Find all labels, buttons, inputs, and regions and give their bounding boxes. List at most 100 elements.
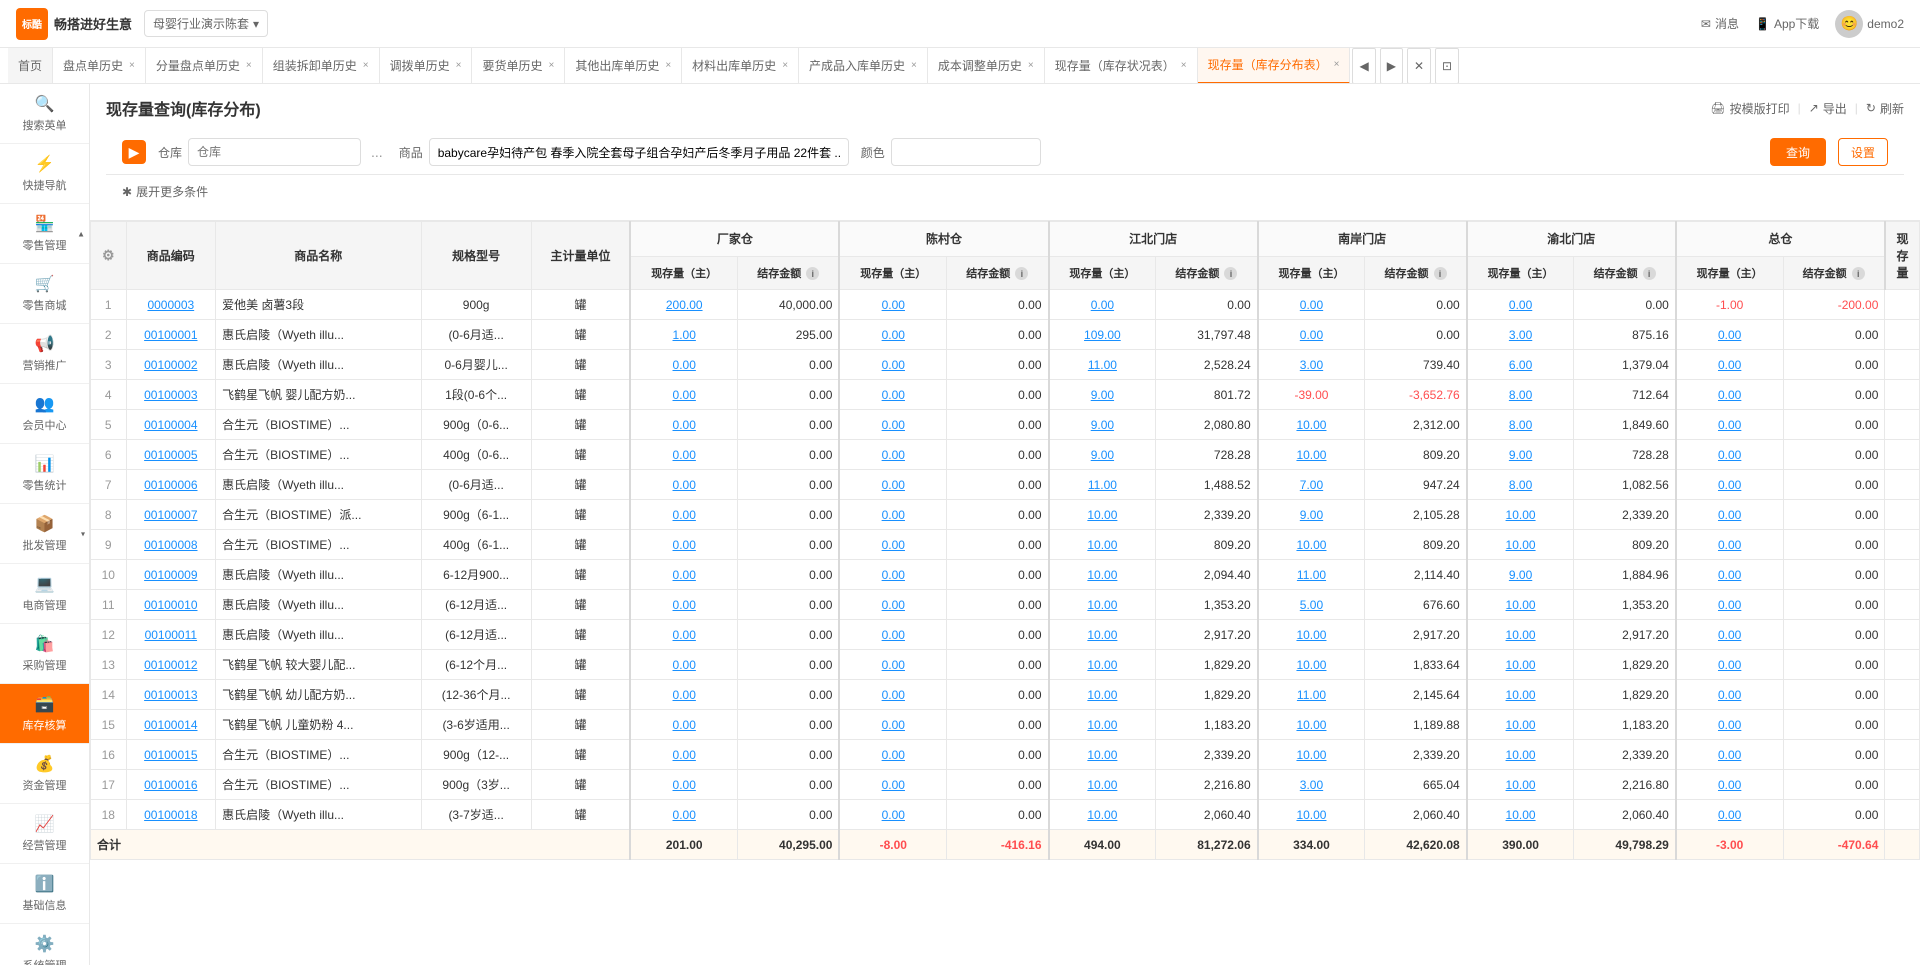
- fy-stock[interactable]: 0.00: [630, 470, 737, 500]
- cv-stock[interactable]: 0.00: [839, 380, 946, 410]
- sidebar-item-ecommerce[interactable]: 💻 电商管理: [0, 564, 89, 624]
- sidebar-item-finance[interactable]: 💰 资金管理: [0, 744, 89, 804]
- fy-stock[interactable]: 0.00: [630, 740, 737, 770]
- more-conditions-btn[interactable]: ✱ 展开更多条件: [122, 179, 1888, 204]
- user-profile[interactable]: 😊 demo2: [1835, 10, 1904, 38]
- na-stock[interactable]: 10.00: [1258, 650, 1365, 680]
- tab-group-dismantle[interactable]: 组装拆卸单历史 ×: [263, 48, 380, 84]
- na-stock[interactable]: 11.00: [1258, 680, 1365, 710]
- tab-dist-count[interactable]: 分量盘点单历史 ×: [146, 48, 263, 84]
- th-gear[interactable]: ⚙: [91, 222, 127, 290]
- fy-stock[interactable]: 0.00: [630, 800, 737, 830]
- na-stock[interactable]: 10.00: [1258, 410, 1365, 440]
- info-icon[interactable]: i: [1434, 267, 1447, 280]
- yb-stock[interactable]: 10.00: [1467, 740, 1574, 770]
- total-stock[interactable]: 0.00: [1676, 470, 1783, 500]
- product-code[interactable]: 00100014: [126, 710, 216, 740]
- close-icon[interactable]: ×: [665, 60, 671, 71]
- fy-stock[interactable]: 0.00: [630, 440, 737, 470]
- cv-stock[interactable]: 0.00: [839, 290, 946, 320]
- sidebar-item-wholesale-mgmt[interactable]: 📦 批发管理 ▾: [0, 504, 89, 564]
- warehouse-ellipsis[interactable]: ...: [367, 144, 387, 160]
- sidebar-item-marketing[interactable]: 📢 营销推广: [0, 324, 89, 384]
- fy-stock[interactable]: 0.00: [630, 620, 737, 650]
- yb-stock[interactable]: 6.00: [1467, 350, 1574, 380]
- yb-stock[interactable]: 10.00: [1467, 590, 1574, 620]
- info-icon[interactable]: i: [1224, 267, 1237, 280]
- product-code[interactable]: 00100008: [126, 530, 216, 560]
- total-stock[interactable]: 0.00: [1676, 410, 1783, 440]
- yb-stock[interactable]: 10.00: [1467, 620, 1574, 650]
- total-stock[interactable]: 0.00: [1676, 650, 1783, 680]
- info-icon[interactable]: i: [806, 267, 819, 280]
- product-code[interactable]: 00100018: [126, 800, 216, 830]
- jb-stock[interactable]: 10.00: [1049, 650, 1156, 680]
- fy-stock[interactable]: 0.00: [630, 350, 737, 380]
- tab-next-btn[interactable]: ▶: [1380, 48, 1403, 84]
- tab-home[interactable]: 首页: [8, 48, 53, 84]
- sidebar-item-retail-mgmt[interactable]: 🏪 零售管理 ▲: [0, 204, 89, 264]
- sidebar-item-operations[interactable]: 📈 经营管理: [0, 804, 89, 864]
- jb-stock[interactable]: 10.00: [1049, 620, 1156, 650]
- fy-stock[interactable]: 0.00: [630, 590, 737, 620]
- fy-stock[interactable]: 0.00: [630, 500, 737, 530]
- na-stock[interactable]: 10.00: [1258, 620, 1365, 650]
- total-stock[interactable]: 0.00: [1676, 500, 1783, 530]
- sidebar-item-retail-mall[interactable]: 🛒 零售商城: [0, 264, 89, 324]
- tab-stock-status[interactable]: 现存量（库存状况表） ×: [1045, 48, 1198, 84]
- cv-stock[interactable]: 0.00: [839, 350, 946, 380]
- tab-adjust[interactable]: 调拨单历史 ×: [380, 48, 473, 84]
- cv-stock[interactable]: 0.00: [839, 590, 946, 620]
- jb-stock[interactable]: 9.00: [1049, 410, 1156, 440]
- tab-expand-btn[interactable]: ⊡: [1435, 48, 1459, 84]
- yb-stock[interactable]: 10.00: [1467, 680, 1574, 710]
- jb-stock[interactable]: 11.00: [1049, 470, 1156, 500]
- fy-stock[interactable]: 0.00: [630, 650, 737, 680]
- total-stock[interactable]: 0.00: [1676, 710, 1783, 740]
- yb-stock[interactable]: 10.00: [1467, 530, 1574, 560]
- sidebar-item-quick-nav[interactable]: ⚡ 快捷导航: [0, 144, 89, 204]
- yb-stock[interactable]: 10.00: [1467, 710, 1574, 740]
- jb-stock[interactable]: 0.00: [1049, 290, 1156, 320]
- fy-stock[interactable]: 200.00: [630, 290, 737, 320]
- product-code[interactable]: 00100005: [126, 440, 216, 470]
- total-stock[interactable]: 0.00: [1676, 800, 1783, 830]
- filter-expand-btn[interactable]: ▶: [122, 140, 146, 164]
- cv-stock[interactable]: 0.00: [839, 680, 946, 710]
- sidebar-item-basic-info[interactable]: ℹ️ 基础信息: [0, 864, 89, 924]
- sidebar-item-search-hero[interactable]: 🔍 搜索英单: [0, 84, 89, 144]
- tab-material-outbound[interactable]: 材料出库单历史 ×: [682, 48, 799, 84]
- sidebar-item-retail-stats[interactable]: 📊 零售统计: [0, 444, 89, 504]
- fy-stock[interactable]: 0.00: [630, 680, 737, 710]
- product-code[interactable]: 00100010: [126, 590, 216, 620]
- product-code[interactable]: 00100007: [126, 500, 216, 530]
- product-code[interactable]: 00100009: [126, 560, 216, 590]
- na-stock[interactable]: 9.00: [1258, 500, 1365, 530]
- close-icon[interactable]: ×: [782, 60, 788, 71]
- cv-stock[interactable]: 0.00: [839, 740, 946, 770]
- total-stock[interactable]: 0.00: [1676, 680, 1783, 710]
- cv-stock[interactable]: 0.00: [839, 710, 946, 740]
- fy-stock[interactable]: 1.00: [630, 320, 737, 350]
- jb-stock[interactable]: 10.00: [1049, 800, 1156, 830]
- sidebar-item-inventory[interactable]: 🗃️ 库存核算: [0, 684, 89, 744]
- product-code[interactable]: 00100006: [126, 470, 216, 500]
- info-icon[interactable]: i: [1852, 267, 1865, 280]
- total-stock[interactable]: 0.00: [1676, 560, 1783, 590]
- export-btn[interactable]: ↗ 导出: [1809, 100, 1847, 117]
- na-stock[interactable]: 10.00: [1258, 440, 1365, 470]
- sidebar-item-system[interactable]: ⚙️ 系统管理: [0, 924, 89, 965]
- fy-stock[interactable]: 0.00: [630, 410, 737, 440]
- total-stock[interactable]: 0.00: [1676, 350, 1783, 380]
- product-code[interactable]: 00100002: [126, 350, 216, 380]
- total-stock[interactable]: 0.00: [1676, 320, 1783, 350]
- info-icon[interactable]: i: [1015, 267, 1028, 280]
- yb-stock[interactable]: 0.00: [1467, 290, 1574, 320]
- yb-stock[interactable]: 3.00: [1467, 320, 1574, 350]
- product-code[interactable]: 0000003: [126, 290, 216, 320]
- jb-stock[interactable]: 10.00: [1049, 680, 1156, 710]
- product-code[interactable]: 00100004: [126, 410, 216, 440]
- print-btn[interactable]: 🖨 按模版打印: [1710, 100, 1789, 117]
- na-stock[interactable]: 10.00: [1258, 530, 1365, 560]
- product-code[interactable]: 00100001: [126, 320, 216, 350]
